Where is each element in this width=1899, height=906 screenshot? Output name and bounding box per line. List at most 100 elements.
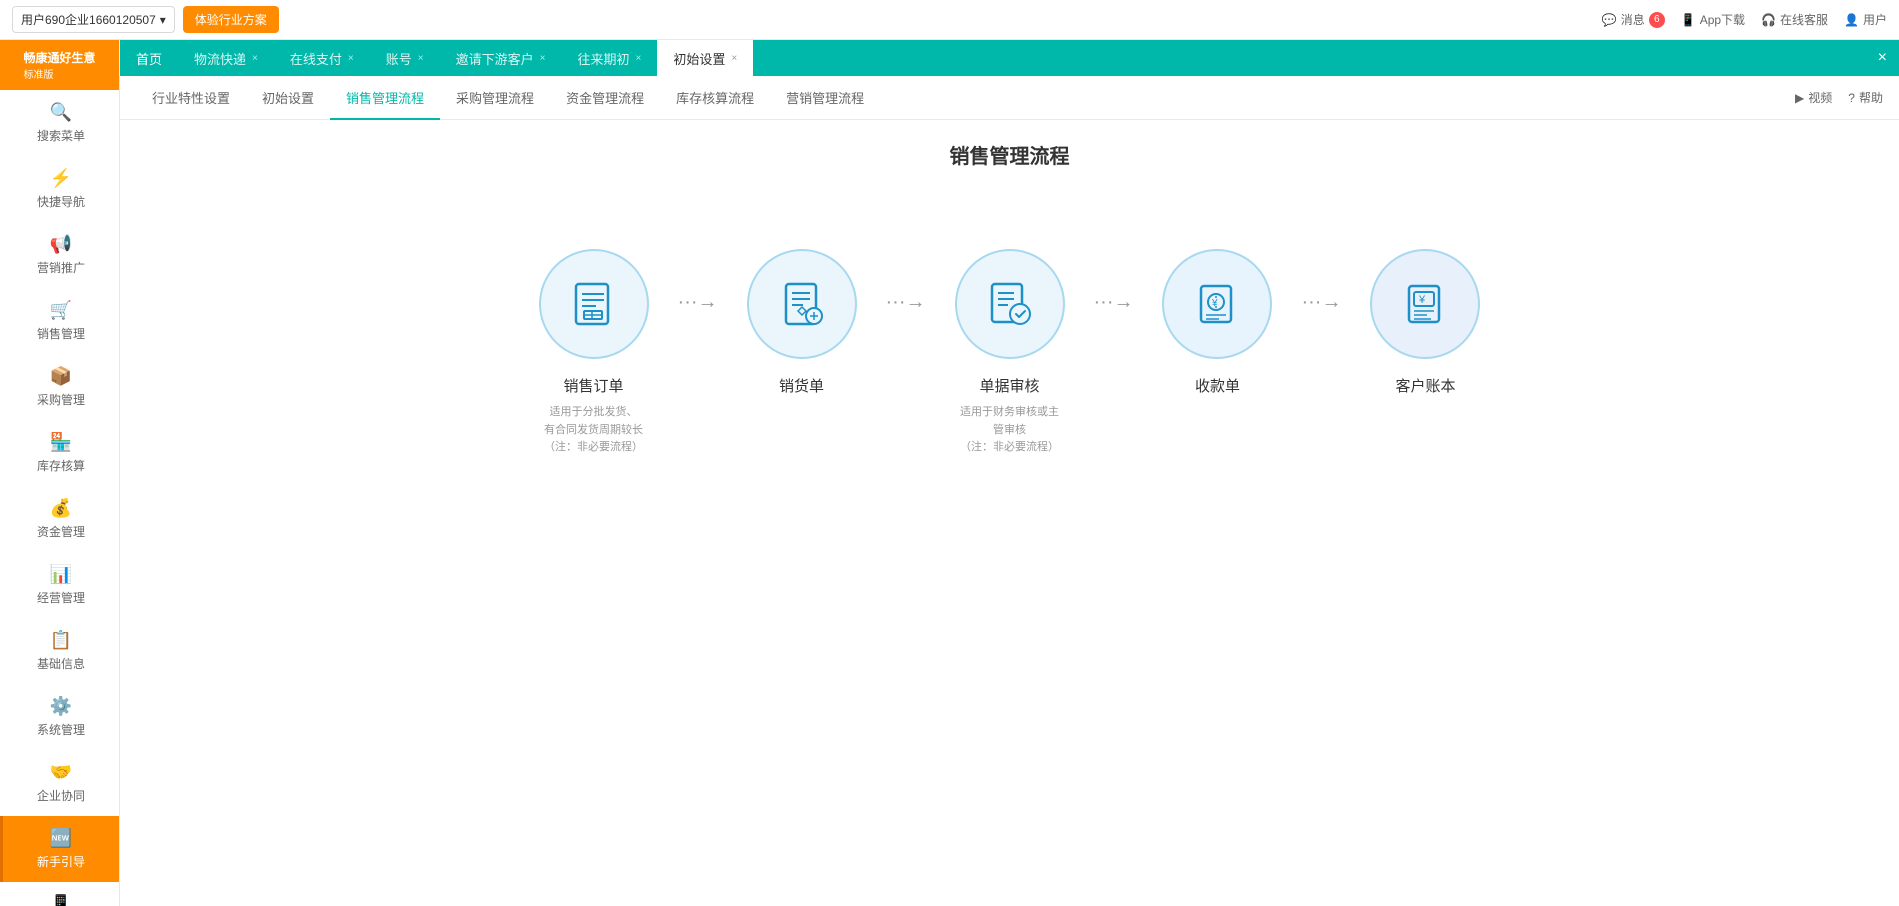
flow-step-receipt: ¥ 收款单 (1137, 249, 1297, 404)
sidebar-item-search-menu[interactable]: 🔍 搜索菜单 (0, 90, 119, 156)
svg-text:¥: ¥ (1211, 298, 1218, 309)
sidebar-item-marketing[interactable]: 📢 营销推广 (0, 222, 119, 288)
receipt-name: 收款单 (1195, 375, 1240, 396)
message-link[interactable]: 💬 消息 6 (1602, 11, 1665, 28)
invite-tab-label: 邀请下游客户 (456, 49, 534, 68)
flow-step-sales-order: 销售订单 适用于分批发货、有合同发货周期较长（注：非必要流程） (514, 249, 674, 457)
sales-order-desc: 适用于分批发货、有合同发货周期较长（注：非必要流程） (544, 404, 643, 457)
arrow-3: ···→ (1094, 249, 1134, 314)
sub-tabs: 行业特性设置 初始设置 销售管理流程 采购管理流程 资金管理流程 库存核算流程 … (120, 76, 1899, 120)
sales-order-name: 销售订单 (564, 375, 624, 396)
sidebar-label-basic-info: 基础信息 (37, 655, 85, 672)
period-tab-close[interactable]: × (635, 53, 641, 64)
sidebar-item-system[interactable]: ⚙️ 系统管理 (0, 684, 119, 750)
trial-btn[interactable]: 体验行业方案 (183, 6, 279, 33)
sales-icon: 🛒 (50, 300, 72, 321)
sub-tab-sales-flow[interactable]: 销售管理流程 (330, 77, 440, 120)
nav-tab-account[interactable]: 账号 × (370, 40, 440, 76)
sales-mgmt-flow-tab-label: 营销管理流程 (786, 88, 864, 107)
init-settings-tab-label: 初始设置 (262, 88, 314, 107)
init-tab-close[interactable]: × (731, 53, 737, 64)
ledger-icon: ¥ (1399, 278, 1451, 330)
sidebar-label-finance: 资金管理 (37, 523, 85, 540)
nav-tab-period[interactable]: 往来期初 × (561, 40, 657, 76)
nav-tab-home[interactable]: 首页 (120, 40, 178, 76)
home-tab-label: 首页 (136, 49, 162, 68)
purchase-icon: 📦 (50, 366, 72, 387)
online-service-link[interactable]: 🎧 在线客服 (1761, 11, 1828, 28)
app-download-link[interactable]: 📱 App下载 (1681, 11, 1745, 28)
flow-circle-sales-order (539, 249, 649, 359)
app-icon: 📱 (1681, 13, 1696, 27)
user-avatar-link[interactable]: 👤 用户 (1844, 11, 1887, 28)
nav-tab-logistics[interactable]: 物流快递 × (178, 40, 274, 76)
sidebar-item-sales[interactable]: 🛒 销售管理 (0, 288, 119, 354)
sidebar-item-new-guide[interactable]: 🆕 新手引导 (0, 816, 119, 882)
sub-tab-industry[interactable]: 行业特性设置 (136, 77, 246, 120)
logo-title: 畅康通好生意 (23, 49, 95, 66)
top-bar-left: 用户690企业1660120507 ▾ 体验行业方案 (12, 6, 279, 33)
svg-text:¥: ¥ (1418, 294, 1426, 306)
flow-step-invoice: 销货单 (722, 249, 882, 404)
flow-circle-invoice (747, 249, 857, 359)
audit-icon (984, 278, 1036, 330)
invoice-name: 销货单 (779, 375, 824, 396)
sidebar-item-enterprise[interactable]: 🤝 企业协同 (0, 750, 119, 816)
flow-circle-ledger: ¥ (1370, 249, 1480, 359)
invite-tab-close[interactable]: × (540, 53, 546, 64)
sidebar-label-guide: 新手引导 (37, 853, 85, 870)
sub-tab-right: ▶ 视频 ? 帮助 (1795, 89, 1883, 106)
sub-tab-fund-flow[interactable]: 资金管理流程 (550, 77, 660, 120)
sidebar-item-purchase[interactable]: 📦 采购管理 (0, 354, 119, 420)
sidebar: 畅康通好生意 标准版 🔍 搜索菜单 ⚡ 快捷导航 📢 营销推广 🛒 销售管理 📦… (0, 40, 120, 906)
online-pay-tab-label: 在线支付 (290, 49, 342, 68)
order-icon (568, 278, 620, 330)
sub-tab-inventory-flow[interactable]: 库存核算流程 (660, 77, 770, 120)
account-tab-close[interactable]: × (418, 53, 424, 64)
app-center-icon: 📱 (50, 894, 72, 906)
system-icon: ⚙️ (50, 696, 72, 717)
nav-tab-online-pay[interactable]: 在线支付 × (274, 40, 370, 76)
flow-circle-audit (955, 249, 1065, 359)
nav-tab-init-settings[interactable]: 初始设置 × (657, 40, 753, 76)
logistics-tab-label: 物流快递 (194, 49, 246, 68)
nav-close-btn[interactable]: × (1866, 49, 1899, 67)
user-name-label: 用户 (1863, 11, 1887, 28)
headphone-icon: 🎧 (1761, 13, 1776, 27)
sidebar-label-inventory: 库存核算 (37, 457, 85, 474)
sub-tab-purchase-flow[interactable]: 采购管理流程 (440, 77, 550, 120)
sub-tab-sales-mgmt-flow[interactable]: 营销管理流程 (770, 77, 880, 120)
sidebar-item-app-center[interactable]: 📱 应用中心 (0, 882, 119, 906)
sub-tab-init[interactable]: 初始设置 (246, 77, 330, 120)
message-label: 消息 (1621, 11, 1645, 28)
audit-name: 单据审核 (979, 375, 1039, 396)
top-bar: 用户690企业1660120507 ▾ 体验行业方案 💬 消息 6 📱 App下… (0, 0, 1899, 40)
user-label: 用户690企业1660120507 (21, 11, 156, 28)
message-icon: 💬 (1602, 13, 1617, 27)
sidebar-item-finance[interactable]: 💰 资金管理 (0, 486, 119, 552)
sidebar-label-quick: 快捷导航 (37, 193, 85, 210)
enterprise-icon: 🤝 (50, 762, 72, 783)
flow-step-audit: 单据审核 适用于财务审核或主管审核（注：非必要流程） (930, 249, 1090, 457)
sidebar-label-enterprise: 企业协同 (37, 787, 85, 804)
sidebar-label-search: 搜索菜单 (37, 127, 85, 144)
user-select[interactable]: 用户690企业1660120507 ▾ (12, 6, 175, 33)
nav-tabs: 首页 物流快递 × 在线支付 × 账号 × 邀请下游客户 × 往来期初 × (120, 40, 1899, 76)
online-pay-tab-close[interactable]: × (348, 53, 354, 64)
guide-icon: 🆕 (50, 828, 72, 849)
nav-tab-invite[interactable]: 邀请下游客户 × (440, 40, 562, 76)
purchase-flow-tab-label: 采购管理流程 (456, 88, 534, 107)
sidebar-label-operations: 经营管理 (37, 589, 85, 606)
video-label: 视频 (1808, 89, 1832, 106)
logistics-tab-close[interactable]: × (252, 53, 258, 64)
help-link[interactable]: ? 帮助 (1848, 89, 1883, 106)
video-link[interactable]: ▶ 视频 (1795, 89, 1832, 106)
sidebar-item-quick-nav[interactable]: ⚡ 快捷导航 (0, 156, 119, 222)
sidebar-item-operations[interactable]: 📊 经营管理 (0, 552, 119, 618)
basic-info-icon: 📋 (50, 630, 72, 651)
sidebar-item-basic-info[interactable]: 📋 基础信息 (0, 618, 119, 684)
sidebar-item-inventory[interactable]: 🏪 库存核算 (0, 420, 119, 486)
help-label: 帮助 (1859, 89, 1883, 106)
page-content: 销售管理流程 销售订 (120, 120, 1899, 906)
question-icon: ? (1848, 91, 1855, 105)
